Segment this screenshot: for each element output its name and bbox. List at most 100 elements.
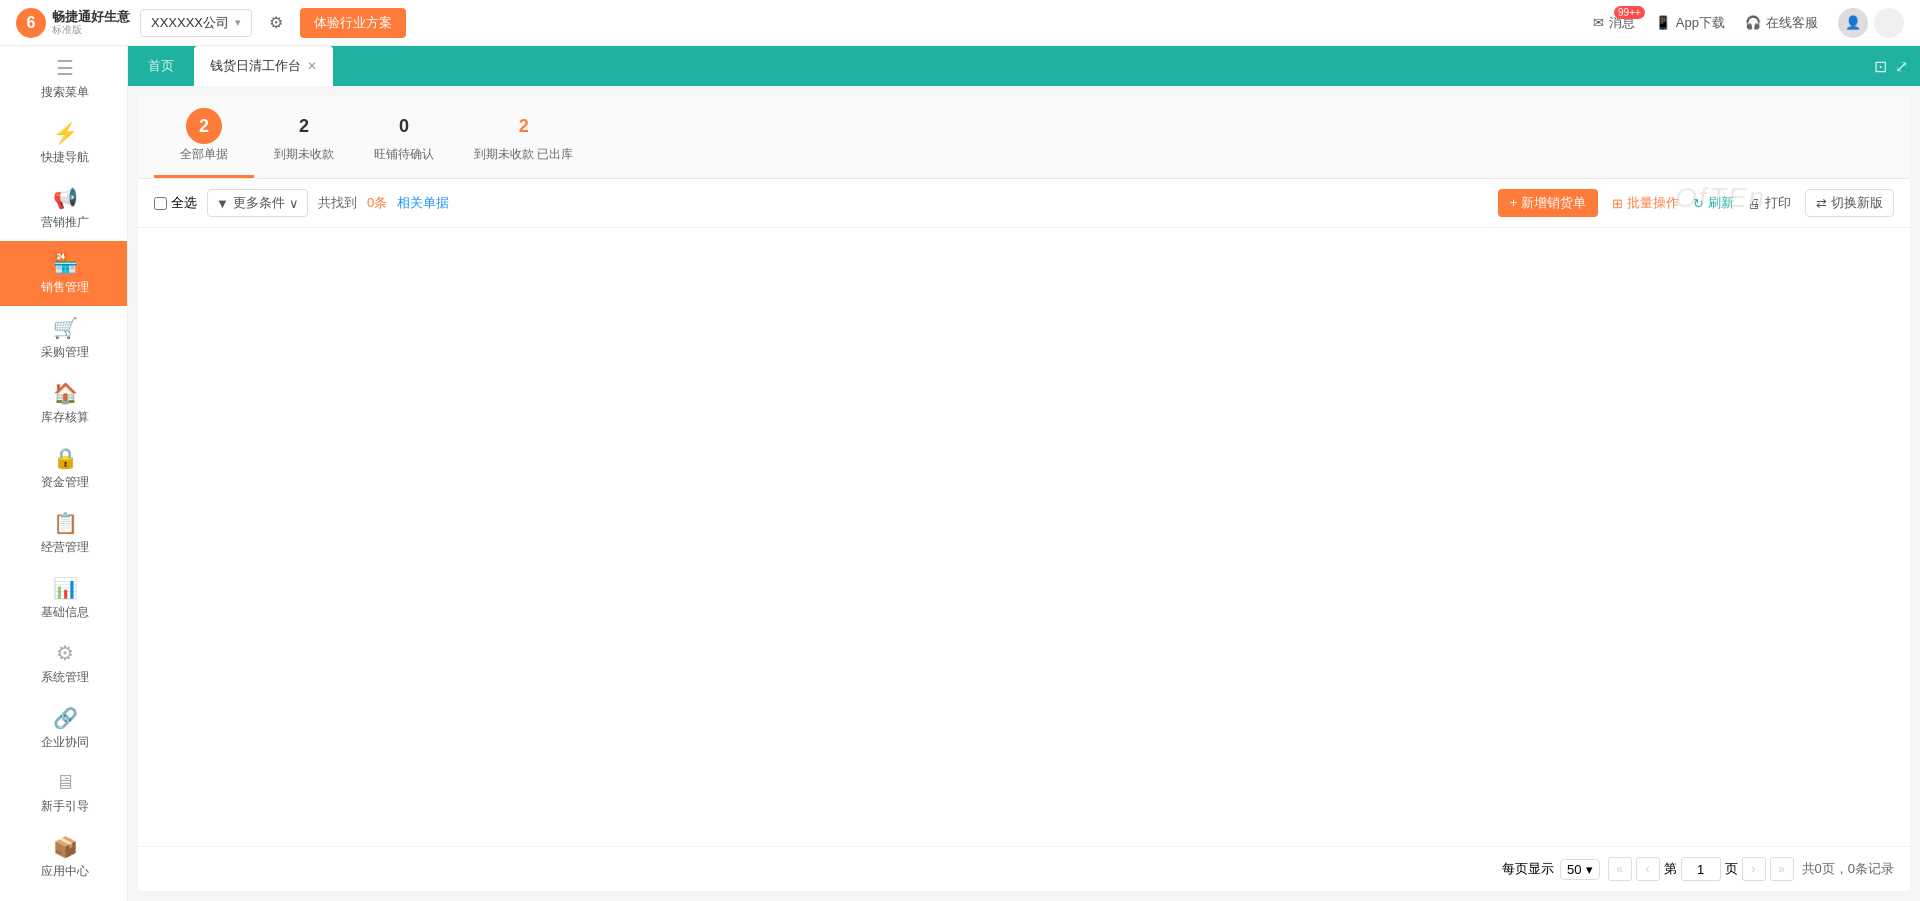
sidebar-item-search[interactable]: ☰ 搜索菜单 [0,46,127,111]
stat-count-shipped: 2 [506,108,542,144]
tab-home[interactable]: 首页 [128,46,194,86]
page-size-label: 每页显示 [1502,860,1554,878]
filter-button[interactable]: ▼ 更多条件 ∨ [207,189,308,217]
tab-minimize-icon[interactable]: ⊡ [1874,57,1887,76]
inventory-icon: 🏠 [53,381,78,405]
print-icon: 🖨 [1748,196,1761,211]
page-nav: « ‹ 第 1 页 › » [1608,857,1794,881]
sidebar-item-wxwork[interactable]: 💬 企业微信 [0,890,127,901]
tab-home-label: 首页 [148,57,174,75]
batch-label: 批量操作 [1627,194,1679,212]
sidebar-label-marketing: 营销推广 [41,214,89,231]
switch-label: 切换新版 [1831,194,1883,212]
sidebar-item-finance[interactable]: 🔒 资金管理 [0,436,127,501]
sales-icon: 🏪 [53,251,78,275]
page-size-value: 50 [1567,862,1581,877]
purchase-icon: 🛒 [53,316,78,340]
tab-bar: 首页 钱货日清工作台 ✕ ⊡ ⤢ [128,46,1920,86]
tab-workbench-label: 钱货日清工作台 [210,57,301,75]
first-page-button[interactable]: « [1608,857,1632,881]
add-sale-order-button[interactable]: + 新增销货单 [1498,189,1598,217]
sidebar-item-system[interactable]: ⚙ 系统管理 [0,631,127,696]
sidebar-item-newbie[interactable]: 🖥 新手引导 [0,761,127,825]
quicknav-icon: ⚡ [53,121,78,145]
last-page-button[interactable]: » [1770,857,1794,881]
filter-icon: ▼ [216,196,229,211]
page-size-select[interactable]: 50 ▾ [1560,859,1599,880]
app-download-action[interactable]: 📱 App下载 [1655,14,1725,32]
stat-label-all: 全部单据 [180,146,228,163]
top-header: 6 畅捷通好生意 标准版 XXXXXX公司 ▾ ⚙ 体验行业方案 ✉ 消息 99… [0,0,1920,46]
page-size-chevron-icon: ▾ [1586,862,1593,877]
pagination: 每页显示 50 ▾ « ‹ 第 1 页 › » [138,846,1910,891]
switch-version-button[interactable]: ⇄ 切换新版 [1805,189,1894,217]
message-badge: 99+ [1614,6,1645,19]
sidebar-item-inventory[interactable]: 🏠 库存核算 [0,371,127,436]
select-all-checkbox[interactable]: 全选 [154,194,197,212]
basics-icon: 📊 [53,576,78,600]
system-icon: ⚙ [56,641,74,665]
print-button[interactable]: 🖨 打印 [1748,194,1791,212]
sidebar-item-appcenter[interactable]: 📦 应用中心 [0,825,127,890]
sidebar-item-quicknav[interactable]: ⚡ 快捷导航 [0,111,127,176]
stat-tab-overdue[interactable]: 2 到期未收款 [254,96,354,178]
related-link[interactable]: 相关单据 [397,194,449,212]
search-menu-icon: ☰ [56,56,74,80]
company-selector[interactable]: XXXXXX公司 ▾ [140,9,252,37]
trial-button[interactable]: 体验行业方案 [300,8,406,38]
settings-icon[interactable]: ⚙ [262,9,290,37]
stat-tab-all[interactable]: 2 全部单据 [154,96,254,178]
header-right: ✉ 消息 99+ 📱 App下载 🎧 在线客服 👤 [1593,8,1904,38]
marketing-icon: 📢 [53,186,78,210]
tab-workbench[interactable]: 钱货日清工作台 ✕ [194,46,333,86]
logo-area: 6 畅捷通好生意 标准版 [16,8,130,38]
enterprise-icon: 🔗 [53,706,78,730]
logo-icon: 6 [16,8,46,38]
found-text: 共找到 [318,194,357,212]
refresh-button[interactable]: ↻ 刷新 [1693,194,1734,212]
stat-count-all: 2 [186,108,222,144]
company-name: XXXXXX公司 [151,14,229,32]
download-icon: 📱 [1655,15,1671,30]
sidebar-item-marketing[interactable]: 📢 营销推广 [0,176,127,241]
online-service-label: 在线客服 [1766,14,1818,32]
page-input[interactable]: 1 [1681,857,1721,881]
batch-operation-button[interactable]: ⊞ 批量操作 [1612,194,1679,212]
tab-close-icon[interactable]: ✕ [307,60,317,72]
stats-tabs: 2 全部单据 2 到期未收款 0 旺铺待确认 2 到期未收款 已出库 [138,96,1910,179]
app-subtitle: 标准版 [52,24,130,36]
header-left: 6 畅捷通好生意 标准版 XXXXXX公司 ▾ ⚙ 体验行业方案 [16,8,406,38]
sidebar-item-purchase[interactable]: 🛒 采购管理 [0,306,127,371]
stat-count-wangpu: 0 [386,108,422,144]
prev-page-button[interactable]: ‹ [1636,857,1660,881]
appcenter-icon: 📦 [53,835,78,859]
stat-label-overdue: 到期未收款 [274,146,334,163]
sidebar-label-search: 搜索菜单 [41,84,89,101]
operations-icon: 📋 [53,511,78,535]
avatar: 👤 [1838,8,1868,38]
sidebar-item-operations[interactable]: 📋 经营管理 [0,501,127,566]
sidebar-item-enterprise[interactable]: 🔗 企业协同 [0,696,127,761]
select-all-label: 全选 [171,194,197,212]
found-count: 0条 [367,194,387,212]
chevron-down-icon: ▾ [235,16,241,29]
toolbar-left: 全选 ▼ 更多条件 ∨ 共找到 0条 相关单据 [154,189,449,217]
select-all-input[interactable] [154,197,167,210]
next-page-button[interactable]: › [1742,857,1766,881]
page-suffix-label: 页 [1725,860,1738,878]
online-service-action[interactable]: 🎧 在线客服 [1745,14,1818,32]
finance-icon: 🔒 [53,446,78,470]
sidebar: ☰ 搜索菜单 ⚡ 快捷导航 📢 营销推广 🏪 销售管理 🛒 采购管理 🏠 库存核… [0,46,128,901]
tab-bar-actions: ⊡ ⤢ [1874,57,1920,76]
switch-icon: ⇄ [1816,196,1827,211]
sidebar-item-sales[interactable]: 🏪 销售管理 [0,241,127,306]
sidebar-label-enterprise: 企业协同 [41,734,89,751]
sidebar-label-newbie: 新手引导 [41,798,89,815]
message-action[interactable]: ✉ 消息 99+ [1593,14,1635,32]
stat-tab-shipped[interactable]: 2 到期未收款 已出库 [454,96,593,178]
avatar-area[interactable]: 👤 [1838,8,1904,38]
sidebar-label-sales: 销售管理 [41,279,89,296]
tab-expand-icon[interactable]: ⤢ [1895,57,1908,76]
stat-tab-wangpu[interactable]: 0 旺铺待确认 [354,96,454,178]
sidebar-item-basics[interactable]: 📊 基础信息 [0,566,127,631]
